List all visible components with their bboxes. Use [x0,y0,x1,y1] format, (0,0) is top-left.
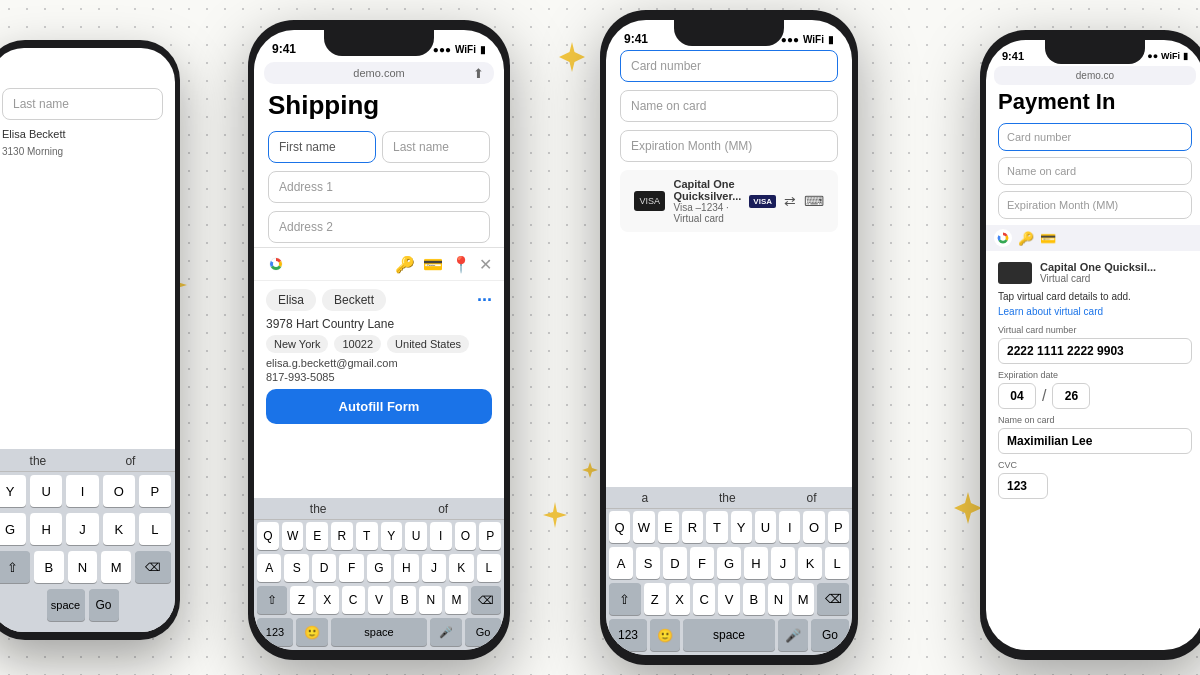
virtual-card-popup: Capital One Quicksil... Virtual card Tap… [986,251,1200,509]
svg-point-16 [1000,235,1005,240]
card-icon-right[interactable]: 💳 [1040,231,1056,246]
last-name-input[interactable]: Last name [382,131,490,163]
date-slash: / [1042,387,1046,405]
keyboard-middle: a the of Q W E R T Y U I O P A S D F [606,487,852,655]
chrome-logo [266,254,286,274]
delete-key[interactable]: ⌫ [471,586,501,614]
arrows-icon-middle[interactable]: ⇄ [784,193,796,209]
emoji-key[interactable]: 🙂 [296,618,328,646]
first-name-input[interactable]: First name [268,131,376,163]
mic-key[interactable]: 🎤 [430,618,462,646]
vc-name-value: Maximilian Lee [998,428,1192,454]
card-name-middle: Capital One Quicksilver... [673,178,741,202]
card-number-right[interactable]: Card number [998,123,1192,151]
vc-number-label: Virtual card number [998,325,1192,335]
chrome-logo-right [994,229,1012,247]
keyboard-icon-middle[interactable]: ⌨ [804,193,824,209]
autofill-email: elisa.g.beckett@gmail.com [266,357,492,369]
autofill-popup: 🔑 💳 📍 ✕ Elisa Beckett ··· 3978 Hart Coun… [254,247,504,428]
city-zip-row: New York 10022 United States [266,335,492,353]
name-on-card-field-middle[interactable]: Name on card [620,90,838,122]
location-icon[interactable]: 📍 [451,255,471,274]
share-icon[interactable]: ⬆ [473,66,484,81]
payment-title-right: Payment In [998,89,1192,115]
space-key[interactable]: space [331,618,427,646]
vc-cvc-label: CVC [998,460,1192,470]
autofill-button[interactable]: Autofill Form [266,389,492,424]
svg-point-14 [273,261,279,267]
expiry-right[interactable]: Expiration Month (MM) [998,191,1192,219]
phone-right-payment: 9:41 ●● WiFi ▮ demo.co Payment In Card n… [980,30,1200,660]
browser-bar-main[interactable]: demo.com ⬆ [264,62,494,84]
shipping-title: Shipping [268,90,490,121]
vc-expiry-label: Expiration date [998,370,1192,380]
shift-key[interactable]: ⇧ [257,586,287,614]
key-icon[interactable]: 🔑 [395,255,415,274]
autofill-name-left: Elisa Beckett [2,128,163,140]
autofill-content: Elisa Beckett ··· 3978 Hart Country Lane… [254,281,504,428]
city-chip[interactable]: New York [266,335,328,353]
card-number-field-middle[interactable]: Card number [620,50,838,82]
vc-card-sub: Virtual card [1040,273,1156,284]
more-options-btn[interactable]: ··· [477,290,492,311]
address2-input[interactable]: Address 2 [268,211,490,243]
card-autofill-middle[interactable]: VISA Capital One Quicksilver... Visa –12… [620,170,838,232]
keyboard-main: the of Q W E R T Y U I O P A S D F G [254,498,504,650]
payment-form-middle: Card number Name on card Expiration Mont… [606,50,852,162]
vc-name-label: Name on card [998,415,1192,425]
phone-main-shipping: 9:41 ●●● WiFi ▮ demo.com ⬆ Shipping Firs… [248,20,510,660]
autofill-phone: 817-993-5085 [266,371,492,383]
zip-chip[interactable]: 10022 [334,335,381,353]
name-on-card-right[interactable]: Name on card [998,157,1192,185]
phone-middle-payment: 9:41 ●●● WiFi ▮ Card number Name on card… [600,10,858,665]
key-icon-right[interactable]: 🔑 [1018,231,1034,246]
payment-form-right: Payment In Card number Name on card Expi… [986,89,1200,219]
phone-left-partial: Last name Elisa Beckett 3130 Morning the… [0,40,180,640]
card-icon-middle: VISA [634,191,665,211]
autofill-address-left: 3130 Morning [2,146,163,157]
card-sub-middle: Visa –1234 · Virtual card [673,202,741,224]
go-key[interactable]: Go [465,618,501,646]
first-name-chip[interactable]: Elisa [266,289,316,311]
vc-expiry-year: 26 [1052,383,1090,409]
expiry-field-middle[interactable]: Expiration Month (MM) [620,130,838,162]
autofill-address-text: 3978 Hart Country Lane [266,317,492,331]
last-name-field-left: Last name [2,88,163,120]
num-key[interactable]: 123 [257,618,293,646]
shipping-form: Shipping First name Last name Address 1 … [254,90,504,243]
keyboard-left: the of Y U I O P G H J K L ⇧ B N M [0,449,175,632]
chrome-toolbar-right: 🔑 💳 [986,225,1200,251]
vc-expiry-month: 04 [998,383,1036,409]
country-chip[interactable]: United States [387,335,469,353]
last-name-chip[interactable]: Beckett [322,289,386,311]
close-icon[interactable]: ✕ [479,255,492,274]
vc-tap-text: Tap virtual card details to add. [998,290,1192,304]
vc-number-value: 2222 1111 2222 9903 [998,338,1192,364]
name-chips: Elisa Beckett [266,289,386,311]
visa-badge-middle: VISA [749,195,776,208]
vc-cvc-value: 123 [998,473,1048,499]
address1-input[interactable]: Address 1 [268,171,490,203]
virtual-card-icon [998,262,1032,284]
card-icon-btn[interactable]: 💳 [423,255,443,274]
vc-learn-link[interactable]: Learn about virtual card [998,306,1192,317]
browser-bar-right[interactable]: demo.co [994,66,1196,85]
vc-card-name: Capital One Quicksil... [1040,261,1156,273]
